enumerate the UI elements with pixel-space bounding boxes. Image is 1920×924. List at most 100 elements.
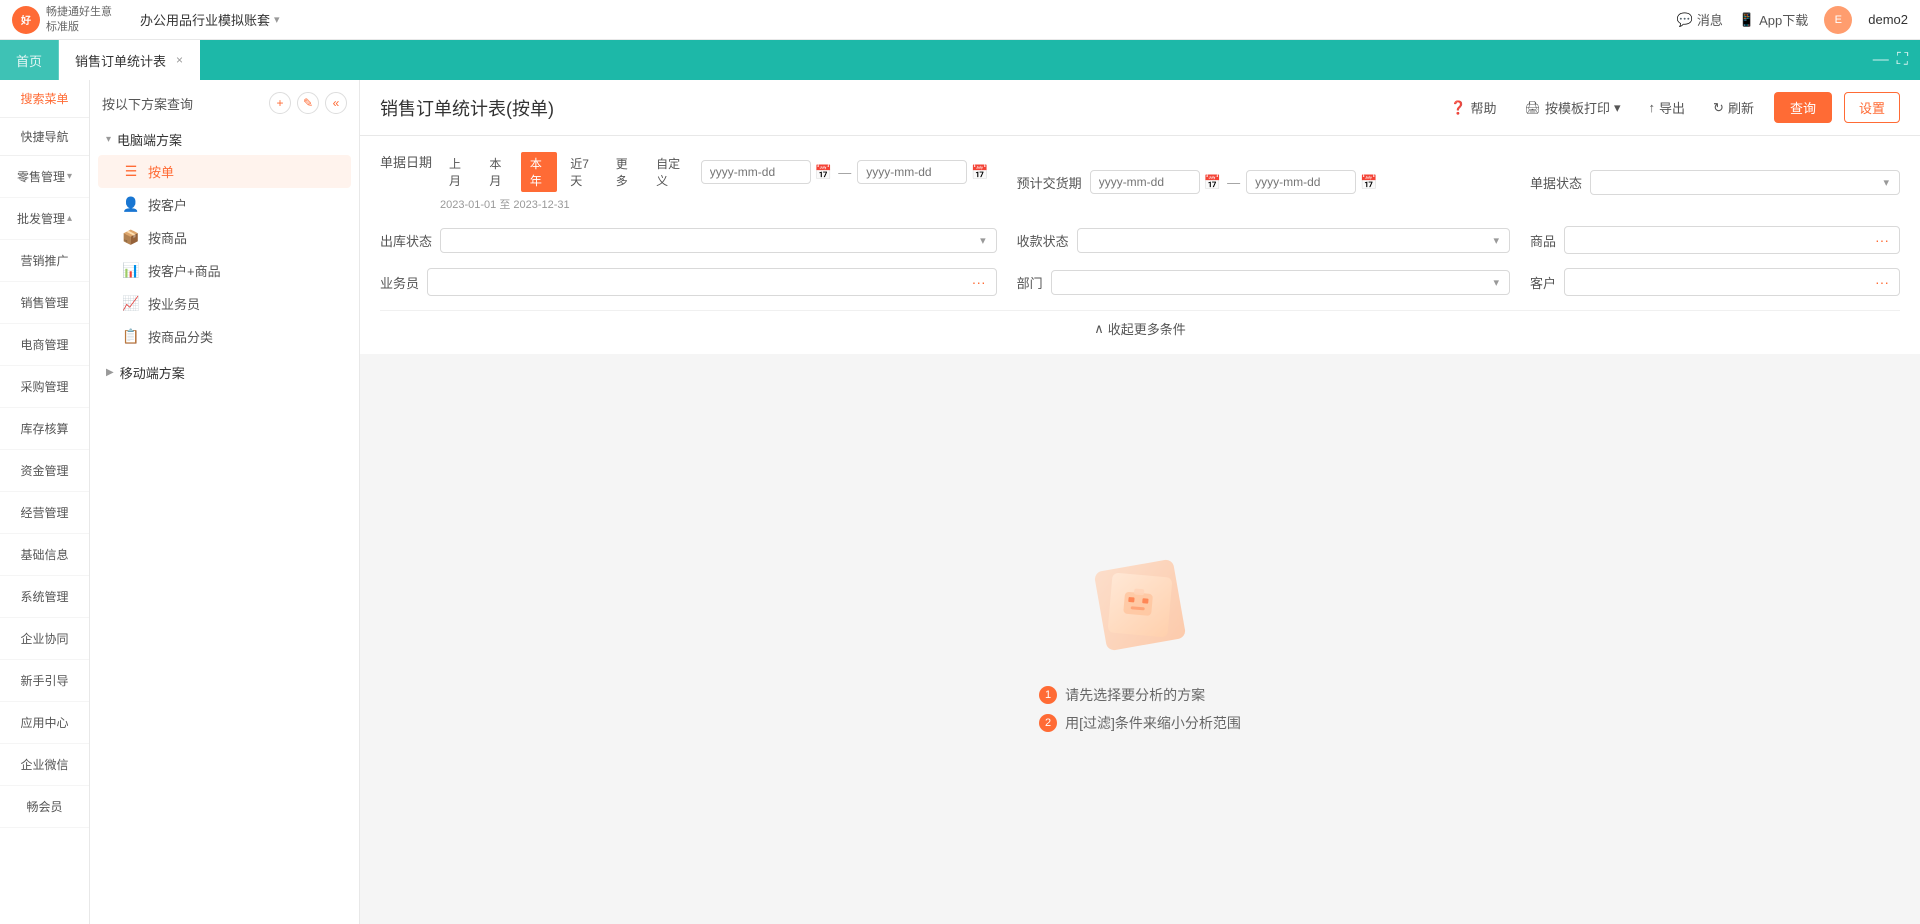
page-header: 销售订单统计表(按单) ❓ 帮助 🖨 按模板打印 ▾ ↑ [360,80,1920,136]
collection-status-filter: 收款状态 ▾ [1017,228,1510,253]
sidebar-item-operations[interactable]: 经营管理 [0,492,89,534]
single-status-chevron-icon: ▾ [1883,176,1889,189]
date-btn-more[interactable]: 更多 [607,152,643,192]
delivery-status-select[interactable]: ▾ [440,228,997,253]
tab-home-label: 首页 [16,51,42,70]
sidebar-item-sales[interactable]: 销售管理 [0,282,89,324]
salesperson-filter: 业务员 ··· [380,268,997,296]
sidebar-item-system[interactable]: 系统管理 [0,576,89,618]
tab-minimize-icon[interactable]: — [1873,51,1889,69]
mobile-scheme-group-header[interactable]: ▶ 移动端方案 [98,357,351,388]
pc-scheme-group: ▾ 电脑端方案 ☰ 按单 👤 按客户 📦 按商品 [98,124,351,353]
help-icon: ❓ [1450,100,1466,116]
left-panel-actions: + ✎ « [269,92,347,114]
sidebar-item-ecommerce[interactable]: 电商管理 [0,324,89,366]
scheme-item-by-single[interactable]: ☰ 按单 [98,155,351,188]
sidebar-item-enterprise[interactable]: 企业协同 [0,618,89,660]
template-print-label: 按模板打印 [1545,98,1610,117]
collection-status-select[interactable]: ▾ [1077,228,1510,253]
scheme-item-by-goods[interactable]: 📦 按商品 [98,221,351,254]
filter-row-1: 单据日期 上月 本月 本年 近7天 更多 自定义 [380,152,1900,212]
refresh-button[interactable]: ↻ 刷新 [1705,94,1762,121]
expected-start-calendar-icon[interactable]: 📅 [1204,174,1221,191]
sidebar-item-quick-nav[interactable]: 快捷导航 [0,118,89,156]
sidebar-item-app-center[interactable]: 应用中心 [0,702,89,744]
expected-end-calendar-icon[interactable]: 📅 [1360,174,1377,191]
date-btn-this-month[interactable]: 本月 [480,152,516,192]
scheme-item-by-customer-goods[interactable]: 📊 按客户+商品 [98,254,351,287]
sidebar-item-finance[interactable]: 资金管理 [0,450,89,492]
avatar[interactable]: E [1824,6,1852,34]
settings-button[interactable]: 设置 [1844,92,1900,123]
goods-more-icon[interactable]: ··· [1875,232,1889,248]
scheme-list: ☰ 按单 👤 按客户 📦 按商品 📊 按客户+商品 [98,155,351,353]
tab-close-icon[interactable]: × [176,53,183,67]
collection-status-chevron-icon: ▾ [1493,234,1499,247]
tab-maximize-icon[interactable]: ⛶ [1897,51,1908,69]
collapse-panel-button[interactable]: « [325,92,347,114]
sidebar-item-wholesale[interactable]: 批发管理 ▴ [0,198,89,240]
expected-delivery-end[interactable] [1246,170,1356,194]
scheme-goods-label: 按商品 [148,228,187,247]
date-start-calendar-icon[interactable]: 📅 [815,164,832,181]
scheme-item-by-goods-category[interactable]: 📋 按商品分类 [98,320,351,353]
hint-num-1: 1 [1039,686,1057,704]
sidebar-item-retail[interactable]: 零售管理 ▾ [0,156,89,198]
sidebar-item-member[interactable]: 畅会员 [0,786,89,828]
content-area: 按以下方案查询 + ✎ « ▾ 电脑端方案 ☰ 按单 [90,80,1920,924]
left-panel-title: 按以下方案查询 [102,94,193,113]
message-action[interactable]: 💬 消息 [1677,10,1723,29]
sidebar-item-basic[interactable]: 基础信息 [0,534,89,576]
scheme-item-by-customer[interactable]: 👤 按客户 [98,188,351,221]
pc-scheme-group-header[interactable]: ▾ 电脑端方案 [98,124,351,155]
add-scheme-button[interactable]: + [269,92,291,114]
date-btn-last7[interactable]: 近7天 [561,152,603,192]
date-start-input[interactable] [701,160,811,184]
date-end-calendar-icon[interactable]: 📅 [971,164,988,181]
breadcrumb-chevron-icon[interactable]: ▾ [274,13,280,26]
collapse-button[interactable]: ∧ 收起更多条件 [1094,319,1186,338]
query-button[interactable]: 查询 [1774,92,1832,123]
department-select[interactable]: ▾ [1051,270,1510,295]
help-button[interactable]: ❓ 帮助 [1442,94,1504,121]
sidebar-item-inventory[interactable]: 库存核算 [0,408,89,450]
sidebar-item-marketing[interactable]: 营销推广 [0,240,89,282]
template-print-button[interactable]: 🖨 按模板打印 ▾ [1516,94,1628,121]
scheme-single-label: 按单 [148,162,174,181]
goods-filter: 商品 ··· [1530,226,1900,254]
download-action[interactable]: 📱 App下载 [1739,10,1808,29]
sidebar-item-search[interactable]: 搜索菜单 [0,80,89,118]
customer-select[interactable]: ··· [1564,268,1900,296]
salesperson-more-icon[interactable]: ··· [972,274,986,290]
hint-num-2: 2 [1039,714,1057,732]
logo-text: 畅捷通好生意 标准版 [46,5,112,34]
date-input-group: 📅 — 📅 [701,160,989,184]
sidebar-item-enterprise-wechat[interactable]: 企业微信 [0,744,89,786]
empty-hint-2-text: 用[过滤]条件来缩小分析范围 [1065,713,1241,733]
user-name[interactable]: demo2 [1868,12,1908,27]
delivery-status-chevron-icon: ▾ [980,234,986,247]
page-title: 销售订单统计表(按单) [380,95,554,121]
export-button[interactable]: ↑ 导出 [1641,94,1694,121]
date-btn-custom[interactable]: 自定义 [647,152,693,192]
edit-scheme-button[interactable]: ✎ [297,92,319,114]
goods-select[interactable]: ··· [1564,226,1900,254]
empty-state: 1 请先选择要分析的方案 2 用[过滤]条件来缩小分析范围 [360,354,1920,924]
sidebar-item-newbie[interactable]: 新手引导 [0,660,89,702]
expected-delivery-start[interactable] [1090,170,1200,194]
tab-home[interactable]: 首页 [0,40,59,80]
customer-more-icon[interactable]: ··· [1875,274,1889,290]
sidebar-item-purchase[interactable]: 采购管理 [0,366,89,408]
tab-sales-order[interactable]: 销售订单统计表 × [59,40,200,80]
salesperson-select[interactable]: ··· [427,268,997,296]
date-filter-label: 单据日期 [380,152,432,171]
date-btn-last-month[interactable]: 上月 [440,152,476,192]
date-btn-this-year[interactable]: 本年 [521,152,557,192]
expected-delivery-label: 预计交货期 [1017,173,1082,192]
scheme-item-by-salesperson[interactable]: 📈 按业务员 [98,287,351,320]
date-end-input[interactable] [857,160,967,184]
department-label: 部门 [1017,273,1043,292]
message-label: 消息 [1697,10,1723,29]
print-chevron-icon: ▾ [1614,100,1621,116]
single-status-select[interactable]: ▾ [1590,170,1900,195]
